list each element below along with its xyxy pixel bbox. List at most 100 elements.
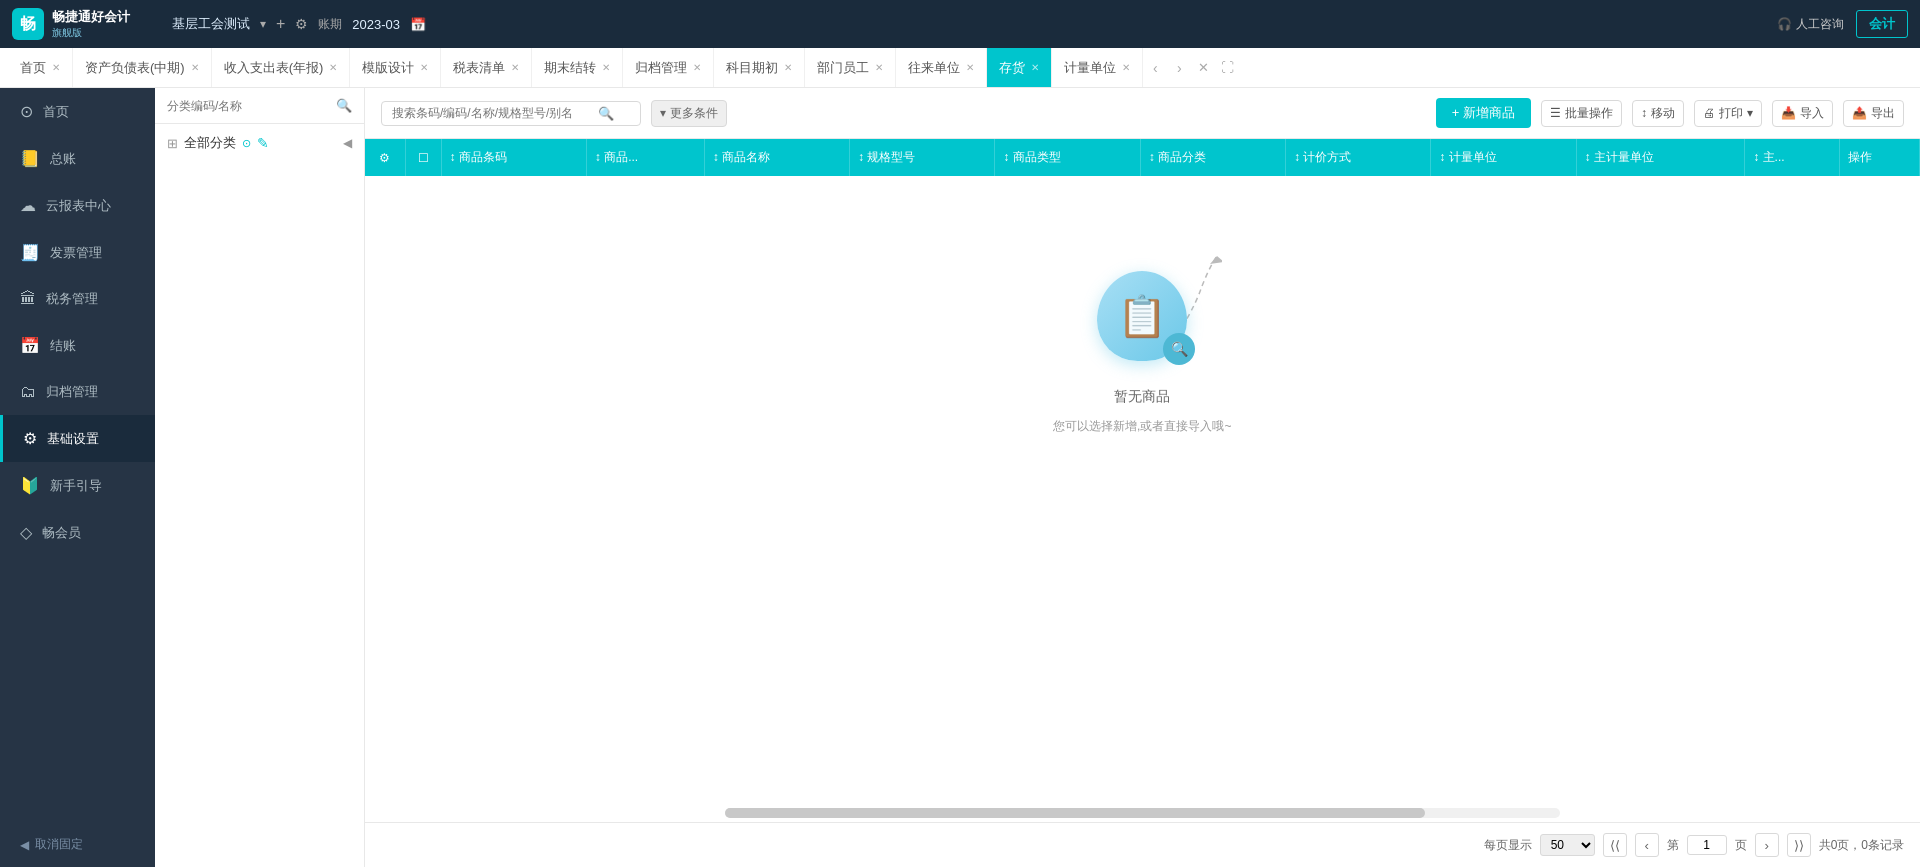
tab-next-button[interactable]: › <box>1167 48 1191 88</box>
tab-period-close-x[interactable]: ✕ <box>602 62 610 73</box>
tab-dept-close[interactable]: ✕ <box>875 62 883 73</box>
page-prev-button[interactable]: ‹ <box>1635 833 1659 857</box>
company-name[interactable]: 基层工会测试 <box>172 15 250 33</box>
account-button[interactable]: 会计 <box>1856 10 1908 38</box>
category-collapse-icon[interactable]: ◀ <box>343 136 352 150</box>
tab-dept[interactable]: 部门员工 ✕ <box>805 48 896 88</box>
sidebar-item-invoice[interactable]: 🧾 发票管理 <box>0 229 155 276</box>
tab-unit-close[interactable]: ✕ <box>1122 62 1130 73</box>
logo-sub: 旗舰版 <box>52 26 130 40</box>
sidebar-item-guide[interactable]: 🔰 新手引导 <box>0 462 155 509</box>
category-edit-icon[interactable]: ✎ <box>257 135 269 151</box>
tab-archive[interactable]: 归档管理 ✕ <box>623 48 714 88</box>
home-icon: ⊙ <box>20 102 33 121</box>
tab-balance-close[interactable]: ✕ <box>191 62 199 73</box>
sidebar-item-home-label: 首页 <box>43 103 69 121</box>
consultant-button[interactable]: 🎧 人工咨询 <box>1777 16 1844 33</box>
tab-dept-label: 部门员工 <box>817 59 869 77</box>
export-label: 导出 <box>1871 105 1895 122</box>
tab-period-close[interactable]: 期末结转 ✕ <box>532 48 623 88</box>
th-main-unit[interactable]: ↕ 主计量单位 <box>1576 139 1745 176</box>
tab-income[interactable]: 收入支出表(年报) ✕ <box>212 48 351 88</box>
sidebar-item-member[interactable]: ◇ 畅会员 <box>0 509 155 556</box>
tab-prev-button[interactable]: ‹ <box>1143 48 1167 88</box>
grid-icon: ⊞ <box>167 136 178 151</box>
add-product-button[interactable]: + 新增商品 <box>1436 98 1531 128</box>
settings-icon[interactable]: ⚙ <box>295 16 308 32</box>
page-first-button[interactable]: ⟨⟨ <box>1603 833 1627 857</box>
print-button[interactable]: 🖨 打印 ▾ <box>1694 100 1762 127</box>
th-category[interactable]: ↕ 商品分类 <box>1140 139 1285 176</box>
th-type-label: ↕ 商品类型 <box>1003 150 1060 164</box>
scrollbar-track[interactable] <box>725 808 1560 818</box>
sidebar-item-settings[interactable]: ⚙ 基础设置 <box>0 415 155 462</box>
sidebar-item-reports[interactable]: ☁ 云报表中心 <box>0 182 155 229</box>
page-label: 第 <box>1667 837 1679 854</box>
th-more[interactable]: ↕ 主... <box>1745 139 1839 176</box>
th-barcode[interactable]: ↕ 商品条码 <box>441 139 586 176</box>
tab-income-close[interactable]: ✕ <box>329 62 337 73</box>
calendar-icon[interactable]: 📅 <box>410 17 426 32</box>
th-spec[interactable]: ↕ 规格型号 <box>850 139 995 176</box>
tab-inventory-close[interactable]: ✕ <box>1031 62 1039 73</box>
tab-contacts-close[interactable]: ✕ <box>966 62 974 73</box>
scrollbar-area <box>365 804 1920 822</box>
period-label: 账期 <box>318 16 342 33</box>
search-icon[interactable]: 🔍 <box>598 106 614 121</box>
th-type[interactable]: ↕ 商品类型 <box>995 139 1140 176</box>
search-input[interactable] <box>392 106 592 120</box>
th-unit[interactable]: ↕ 计量单位 <box>1431 139 1576 176</box>
batch-button[interactable]: ☰ 批量操作 <box>1541 100 1622 127</box>
sidebar-item-tax[interactable]: 🏛 税务管理 <box>0 276 155 322</box>
sidebar-item-ledger-label: 总账 <box>50 150 76 168</box>
tab-subject[interactable]: 科目期初 ✕ <box>714 48 805 88</box>
category-search-icon[interactable]: 🔍 <box>336 98 352 113</box>
th-name[interactable]: ↕ 商品名称 <box>704 139 849 176</box>
tab-balance-sheet[interactable]: 资产负债表(中期) ✕ <box>73 48 212 88</box>
company-dropdown-icon[interactable]: ▾ <box>260 17 266 31</box>
tab-archive-close[interactable]: ✕ <box>693 62 701 73</box>
add-tab-button[interactable]: + <box>276 15 285 33</box>
archive-icon: 🗂 <box>20 383 36 401</box>
unpin-button[interactable]: ◀ 取消固定 <box>0 822 155 867</box>
empty-state: 📋 🔍 暂无商品 您可以选择新增,或者直接导入哦~ <box>365 176 1920 495</box>
sidebar-item-archive[interactable]: 🗂 归档管理 <box>0 369 155 415</box>
all-categories[interactable]: ⊞ 全部分类 ⊙ ✎ ◀ <box>155 124 364 162</box>
tab-maximize-button[interactable]: ⛶ <box>1215 48 1239 88</box>
scrollbar-thumb[interactable] <box>725 808 1425 818</box>
tab-tax-list[interactable]: 税表清单 ✕ <box>441 48 532 88</box>
tab-home[interactable]: 首页 ✕ <box>8 48 73 88</box>
sidebar-item-home[interactable]: ⊙ 首页 <box>0 88 155 135</box>
page-input[interactable] <box>1687 835 1727 855</box>
page-last-button[interactable]: ⟩⟩ <box>1787 833 1811 857</box>
tab-subject-close[interactable]: ✕ <box>784 62 792 73</box>
export-button[interactable]: 📤 导出 <box>1843 100 1904 127</box>
tab-home-close[interactable]: ✕ <box>52 62 60 73</box>
tab-unit[interactable]: 计量单位 ✕ <box>1052 48 1143 88</box>
category-search-input[interactable] <box>167 99 330 113</box>
th-name-label: ↕ 商品名称 <box>713 150 770 164</box>
filter-button[interactable]: ▾ 更多条件 <box>651 100 727 127</box>
period-value: 2023-03 <box>352 17 400 32</box>
tab-contacts[interactable]: 往来单位 ✕ <box>896 48 987 88</box>
th-checkbox[interactable]: ☐ <box>405 139 441 176</box>
tab-close-all-button[interactable]: ✕ <box>1191 48 1215 88</box>
import-button[interactable]: 📥 导入 <box>1772 100 1833 127</box>
per-page-select[interactable]: 50 10 20 100 <box>1540 834 1595 856</box>
tab-template[interactable]: 模版设计 ✕ <box>350 48 441 88</box>
th-price-method-label: ↕ 计价方式 <box>1294 150 1351 164</box>
sidebar-item-ledger[interactable]: 📒 总账 <box>0 135 155 182</box>
import-label: 导入 <box>1800 105 1824 122</box>
sidebar-item-close[interactable]: 📅 结账 <box>0 322 155 369</box>
th-code[interactable]: ↕ 商品... <box>586 139 704 176</box>
th-price-method[interactable]: ↕ 计价方式 <box>1285 139 1430 176</box>
tab-tax-list-close[interactable]: ✕ <box>511 62 519 73</box>
th-settings[interactable]: ⚙ <box>365 139 405 176</box>
tab-inventory[interactable]: 存货 ✕ <box>987 48 1052 88</box>
print-label: 打印 <box>1719 105 1743 122</box>
page-next-button[interactable]: › <box>1755 833 1779 857</box>
unpin-icon: ◀ <box>20 838 29 852</box>
consultant-label: 人工咨询 <box>1796 16 1844 33</box>
move-button[interactable]: ↕ 移动 <box>1632 100 1684 127</box>
tab-template-close[interactable]: ✕ <box>420 62 428 73</box>
